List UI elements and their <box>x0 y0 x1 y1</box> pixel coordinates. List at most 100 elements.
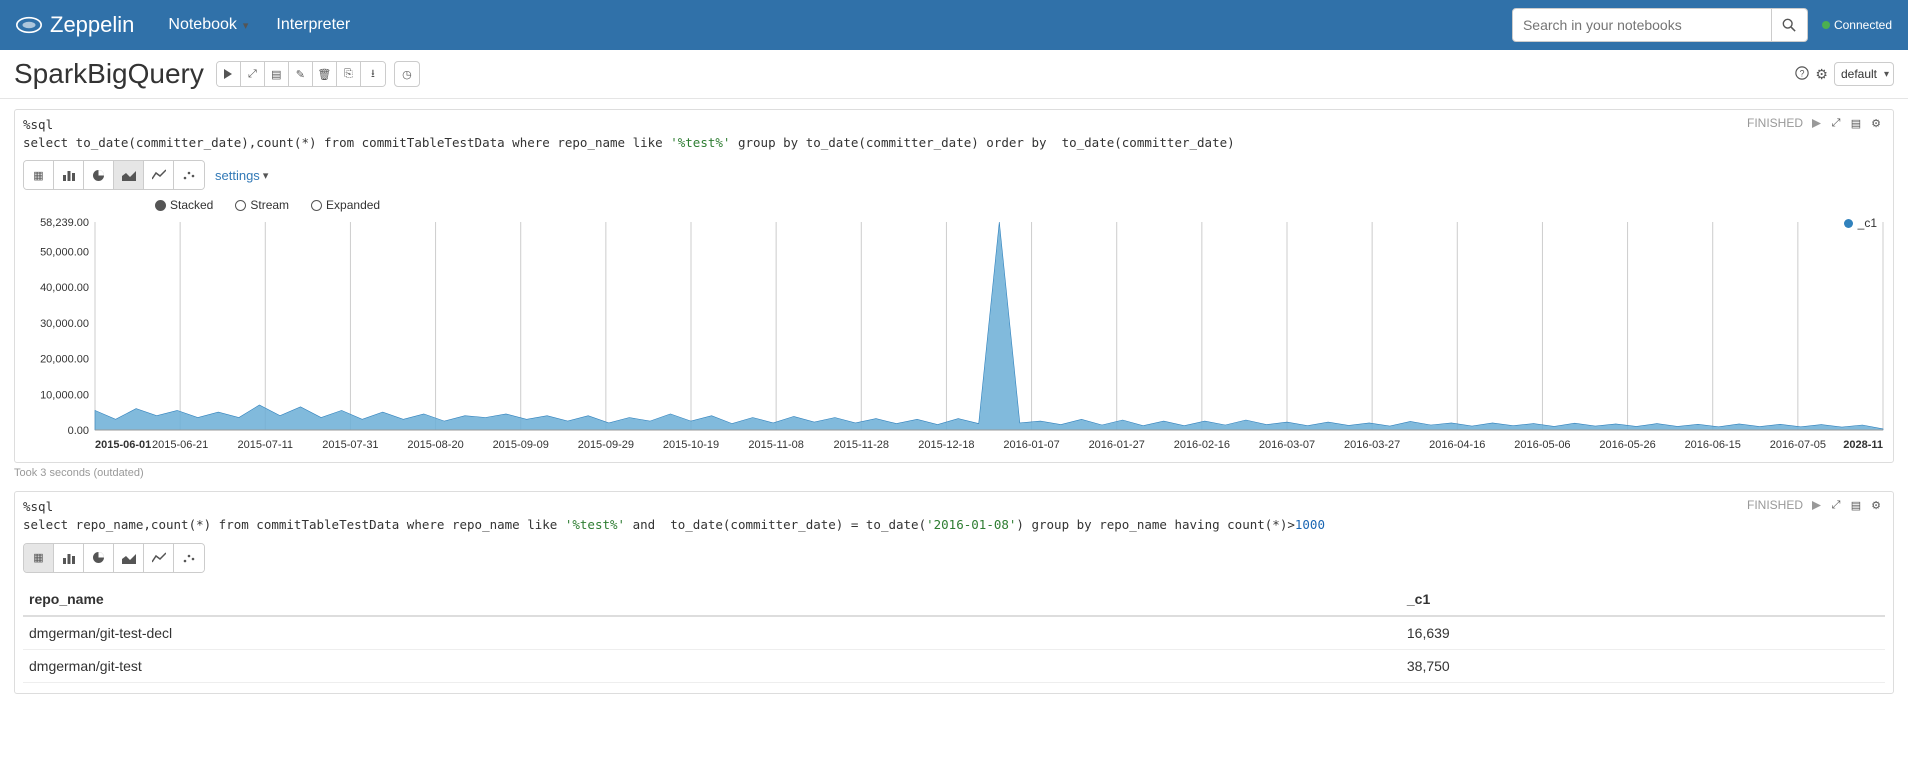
series-legend[interactable]: _c1 <box>1844 216 1877 230</box>
viz-scatter-button[interactable] <box>174 161 204 189</box>
code-text: and to_date(committer_date) = to_date( <box>625 517 926 532</box>
paragraph-2: %sql select repo_name,count(*) from comm… <box>14 491 1894 693</box>
interpreter-binding-button[interactable]: ⚙ <box>1815 66 1828 83</box>
viz-bar-button[interactable] <box>54 161 84 189</box>
status-dot-icon <box>1822 21 1830 29</box>
top-navbar: Zeppelin Notebook ▾ Interpreter Connecte… <box>0 0 1908 50</box>
viz-scatter-button[interactable] <box>174 544 204 572</box>
pie-chart-icon <box>92 169 105 182</box>
search-button[interactable] <box>1772 8 1808 42</box>
show-hide-code-button[interactable]: ⤢ <box>241 62 265 86</box>
paragraph-1-editor[interactable]: %sql select to_date(committer_date),coun… <box>23 114 1235 158</box>
view-mode-select[interactable]: default <box>1834 62 1894 86</box>
table-icon: ▦ <box>33 169 43 182</box>
viz-area-button[interactable] <box>114 161 144 189</box>
paragraph-2-editor[interactable]: %sql select repo_name,count(*) from comm… <box>23 496 1325 540</box>
svg-text:2015-12-18: 2015-12-18 <box>918 439 974 451</box>
svg-text:2015-07-11: 2015-07-11 <box>238 439 293 451</box>
hide-output-button[interactable]: ▤ <box>1849 498 1863 512</box>
viz-area-button[interactable] <box>114 544 144 572</box>
result-table: repo_name _c1 dmgerman/git-test-decl 16,… <box>23 583 1885 683</box>
code-text: select repo_name,count(*) from commitTab… <box>23 517 565 532</box>
trash-icon: 🗑 <box>317 68 331 81</box>
nav-notebook[interactable]: Notebook ▾ <box>154 0 262 50</box>
area-chart-icon <box>122 169 136 181</box>
bar-chart-icon <box>62 169 76 181</box>
code-string: '2016-01-08' <box>926 517 1016 532</box>
svg-text:2016-05-26: 2016-05-26 <box>1599 439 1655 451</box>
svg-text:2016-07-05: 2016-07-05 <box>1770 439 1826 451</box>
scatter-chart-icon <box>182 169 196 181</box>
svg-text:2015-06-01: 2015-06-01 <box>95 439 151 451</box>
code-magic: %sql <box>23 499 53 514</box>
viz-table-button[interactable]: ▦ <box>24 161 54 189</box>
paragraph-1-controls: FINISHED ⤢ ▤ ⚙ <box>1747 114 1885 130</box>
clone-note-button[interactable]: ⎘ <box>337 62 361 86</box>
viz-settings-link[interactable]: settings ▾ <box>215 168 268 183</box>
expand-icon: ⤢ <box>248 68 257 81</box>
pie-chart-icon <box>92 551 105 564</box>
viz-line-button[interactable] <box>144 544 174 572</box>
nav-notebook-label: Notebook <box>168 16 237 34</box>
connection-label: Connected <box>1834 18 1892 32</box>
table-header[interactable]: repo_name <box>23 583 1401 616</box>
svg-text:2016-04-16: 2016-04-16 <box>1429 439 1485 451</box>
mode-stream[interactable]: Stream <box>235 198 289 212</box>
caret-down-icon: ▾ <box>263 169 269 182</box>
svg-text:2016-01-27: 2016-01-27 <box>1089 439 1145 451</box>
area-mode-legend: Stacked Stream Expanded <box>15 196 1893 216</box>
clock-icon: ◷ <box>402 68 412 81</box>
paragraph-status: FINISHED <box>1747 498 1803 512</box>
nav-interpreter-label: Interpreter <box>276 16 350 34</box>
viz-bar-button[interactable] <box>54 544 84 572</box>
legend-dot-icon <box>1844 219 1853 228</box>
clear-output-button[interactable]: ✎ <box>289 62 313 86</box>
svg-text:10,000.00: 10,000.00 <box>40 390 89 402</box>
book-icon: ▤ <box>1851 499 1861 512</box>
table-row: dmgerman/git-test-decl 16,639 <box>23 616 1885 650</box>
run-all-button[interactable] <box>217 62 241 86</box>
zeppelin-logo-icon <box>16 12 42 38</box>
svg-text:2028-11: 2028-11 <box>1843 439 1883 451</box>
keyboard-shortcuts-button[interactable]: ? <box>1795 66 1809 83</box>
delete-note-button[interactable]: 🗑 <box>313 62 337 86</box>
paragraph-1-took: Took 3 seconds (outdated) <box>0 463 1908 481</box>
svg-text:58,239.00: 58,239.00 <box>40 217 89 229</box>
brand[interactable]: Zeppelin <box>16 12 134 38</box>
scheduler-button[interactable]: ◷ <box>394 61 420 87</box>
viz-table-button[interactable]: ▦ <box>24 544 54 572</box>
gear-icon: ⚙ <box>1871 117 1881 130</box>
svg-text:50,000.00: 50,000.00 <box>40 247 89 259</box>
help-icon: ? <box>1795 66 1809 80</box>
export-note-button[interactable]: ⭳ <box>361 62 385 86</box>
viz-type-buttons: ▦ <box>23 160 205 190</box>
svg-text:2016-03-07: 2016-03-07 <box>1259 439 1315 451</box>
play-icon <box>1812 501 1821 510</box>
hide-output-button[interactable]: ▤ <box>1849 116 1863 130</box>
mode-expanded[interactable]: Expanded <box>311 198 380 212</box>
hide-editor-button[interactable]: ⤢ <box>1829 116 1843 130</box>
table-cell: 38,750 <box>1401 649 1885 682</box>
table-header[interactable]: _c1 <box>1401 583 1885 616</box>
notebook-title[interactable]: SparkBigQuery <box>14 58 204 90</box>
settings-label: settings <box>215 168 260 183</box>
show-hide-output-button[interactable]: ▤ <box>265 62 289 86</box>
viz-pie-button[interactable] <box>84 544 114 572</box>
hide-editor-button[interactable]: ⤢ <box>1829 498 1843 512</box>
svg-text:30,000.00: 30,000.00 <box>40 318 89 330</box>
code-number: 1000 <box>1295 517 1325 532</box>
nav-interpreter[interactable]: Interpreter <box>262 0 364 50</box>
svg-text:2016-06-15: 2016-06-15 <box>1685 439 1741 451</box>
play-icon <box>223 69 233 79</box>
mode-stacked[interactable]: Stacked <box>155 198 213 212</box>
run-paragraph-button[interactable] <box>1809 116 1823 130</box>
viz-pie-button[interactable] <box>84 161 114 189</box>
book-icon: ▤ <box>1851 117 1861 130</box>
paragraph-settings-button[interactable]: ⚙ <box>1869 498 1883 512</box>
paragraph-settings-button[interactable]: ⚙ <box>1869 116 1883 130</box>
book-icon: ▤ <box>271 68 281 81</box>
run-paragraph-button[interactable] <box>1809 498 1823 512</box>
svg-text:2015-08-20: 2015-08-20 <box>407 439 463 451</box>
search-input[interactable] <box>1512 8 1772 42</box>
viz-line-button[interactable] <box>144 161 174 189</box>
